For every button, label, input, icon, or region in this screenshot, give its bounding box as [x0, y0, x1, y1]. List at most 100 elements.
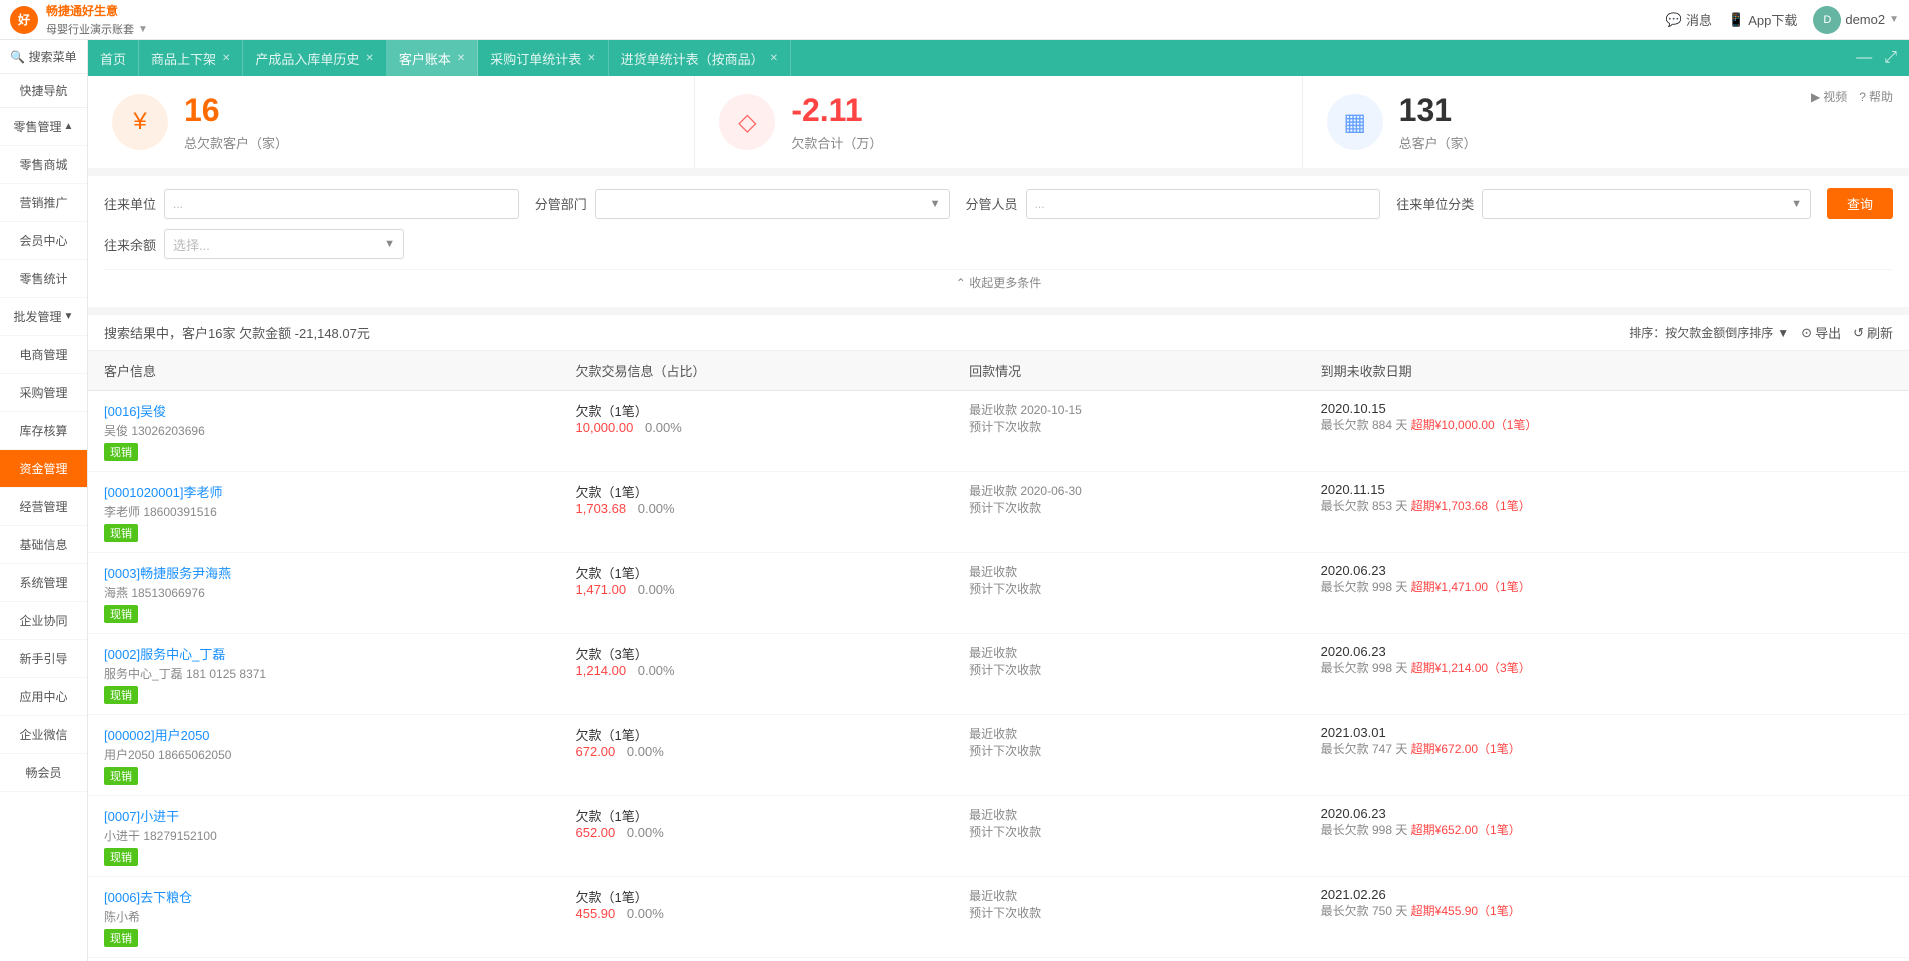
overdue-amount-6[interactable]: 超期¥455.90（1笔）	[1411, 904, 1521, 918]
sidebar-item-system[interactable]: 系统管理	[0, 564, 87, 602]
tab-close-icon[interactable]: ✕	[457, 53, 465, 64]
filter-select-unit-class[interactable]: ▼	[1482, 189, 1811, 219]
selector-bar[interactable]: 母婴行业演示账套 ▼	[46, 21, 148, 37]
cell-debt-7: 欠款（1笔） 429.00 0.00%	[560, 958, 954, 961]
sidebar-item-label: 零售商城	[19, 158, 67, 172]
tab-home[interactable]: 首页	[88, 40, 139, 76]
customer-contact-0: 吴俊 13026203696	[104, 422, 544, 439]
stat-card-debt-customers: ¥ 16 总欠款客户（家）	[88, 76, 695, 168]
avatar: D	[1813, 6, 1841, 34]
sidebar-item-inventory[interactable]: 库存核算	[0, 412, 87, 450]
sidebar-item-purchase[interactable]: 采购管理	[0, 374, 87, 412]
tab-label: 采购订单统计表	[490, 49, 581, 68]
tab-customer-account[interactable]: 客户账本 ✕	[387, 40, 478, 76]
overdue-amount-4[interactable]: 超期¥672.00（1笔）	[1411, 742, 1521, 756]
customer-name-5[interactable]: [0007]小进干	[104, 806, 544, 825]
sidebar-item-retail-stats[interactable]: 零售统计	[0, 260, 87, 298]
filter-select-dept[interactable]: ▼	[595, 189, 950, 219]
sidebar-item-basic-info[interactable]: 基础信息	[0, 526, 87, 564]
sidebar-item-wholesale[interactable]: 批发管理 ▼	[0, 298, 87, 336]
tab-product-shelf[interactable]: 商品上下架 ✕	[139, 40, 243, 76]
debt-percent-3: 0.00%	[638, 663, 675, 678]
tab-close-icon[interactable]: ✕	[365, 53, 373, 64]
tab-label: 进货单统计表（按商品）	[621, 49, 764, 68]
customer-name-2[interactable]: [0003]畅捷服务尹海燕	[104, 563, 544, 582]
filter-input-unit[interactable]: ...	[164, 189, 519, 219]
sidebar-item-marketing[interactable]: 营销推广	[0, 184, 87, 222]
tab-close-icon[interactable]: ✕	[587, 53, 595, 64]
export-btn[interactable]: ⊙ 导出	[1801, 323, 1841, 342]
tab-inbound-stats[interactable]: 进货单统计表（按商品） ✕	[609, 40, 791, 76]
sidebar-item-retail-mall[interactable]: 零售商城	[0, 146, 87, 184]
overdue-days-5: 最长欠款 998 天	[1321, 823, 1411, 837]
filter-item-dept: 分管部门 ▼	[535, 189, 950, 219]
video-btn[interactable]: ▶ 视频	[1811, 88, 1847, 105]
filter-label-person: 分管人员	[966, 194, 1018, 213]
sidebar-item-members[interactable]: 会员中心	[0, 222, 87, 260]
customer-tag-1: 现销	[104, 524, 138, 542]
sidebar-item-label: 经营管理	[19, 500, 67, 514]
message-btn[interactable]: 💬 消息	[1666, 10, 1712, 29]
content-area: 首页 商品上下架 ✕ 产成品入库单历史 ✕ 客户账本 ✕ 采购订单统计表 ✕ 进…	[88, 40, 1909, 961]
tab-maximize-icon[interactable]: ⤢	[1880, 49, 1901, 67]
sidebar-item-enterprise[interactable]: 企业协同	[0, 602, 87, 640]
overdue-amount-2[interactable]: 超期¥1,471.00（1笔）	[1411, 580, 1531, 594]
sidebar-search[interactable]: 🔍 搜索菜单	[0, 40, 87, 74]
debt-percent-4: 0.00%	[627, 744, 664, 759]
sort-select[interactable]: 排序：按欠款金额倒序排序 ▼	[1629, 324, 1789, 341]
sidebar-item-ecommerce[interactable]: 电商管理	[0, 336, 87, 374]
sidebar-quick-nav[interactable]: 快捷导航	[0, 74, 87, 108]
collapse-filter-btn[interactable]: ⌃ 收起更多条件	[104, 269, 1893, 295]
customer-name-1[interactable]: [0001020001]李老师	[104, 482, 544, 501]
stat-value-debt-total: -2.11	[791, 92, 882, 129]
tab-close-icon[interactable]: ✕	[770, 53, 778, 64]
last-collect-5: 最近收款	[969, 806, 1289, 823]
sidebar-item-wechat[interactable]: 企业微信	[0, 716, 87, 754]
tab-product-inbound[interactable]: 产成品入库单历史 ✕	[243, 40, 386, 76]
debt-amount-6: 455.90 0.00%	[576, 906, 938, 921]
customer-name-6[interactable]: [0006]去下粮仓	[104, 887, 544, 906]
help-label: 帮助	[1869, 88, 1893, 105]
app-download-btn[interactable]: 📱 App下载	[1728, 10, 1797, 29]
customer-name-3[interactable]: [0002]服务中心_丁磊	[104, 644, 544, 663]
filter-item-unit-class: 往来单位分类 ▼	[1396, 189, 1811, 219]
sidebar-item-chang-member[interactable]: 畅会员	[0, 754, 87, 792]
overdue-amount-5[interactable]: 超期¥652.00（1笔）	[1411, 823, 1521, 837]
message-icon: 💬	[1666, 12, 1682, 28]
user-menu[interactable]: D demo2 ▼	[1813, 6, 1899, 34]
customer-tag-2: 现销	[104, 605, 138, 623]
due-date-6: 2021.02.26	[1321, 887, 1893, 902]
download-icon: 📱	[1728, 12, 1744, 28]
sidebar-item-finance[interactable]: 资金管理	[0, 450, 87, 488]
refresh-icon: ↺	[1853, 325, 1864, 341]
cell-collection-1: 最近收款 2020-06-30 预计下次收款	[953, 472, 1305, 553]
customer-name-0[interactable]: [0016]吴俊	[104, 401, 544, 420]
tab-purchase-order-stats[interactable]: 采购订单统计表 ✕	[478, 40, 608, 76]
cell-due-7: 2020.12.30 最长欠款 808 天 超期¥429.00（1笔）	[1305, 958, 1909, 961]
due-date-2: 2020.06.23	[1321, 563, 1893, 578]
table-row: [0006]去下粮仓 陈小希 现销 欠款（1笔） 455.90 0.00% 最近…	[88, 877, 1909, 958]
query-button[interactable]: 查询	[1827, 188, 1893, 219]
customer-name-4[interactable]: [000002]用户2050	[104, 725, 544, 744]
cell-due-6: 2021.02.26 最长欠款 750 天 超期¥455.90（1笔）	[1305, 877, 1909, 958]
debt-percent-6: 0.00%	[627, 906, 664, 921]
help-btn[interactable]: ? 帮助	[1859, 88, 1893, 105]
sidebar-item-operations[interactable]: 经营管理	[0, 488, 87, 526]
sidebar-item-newbie[interactable]: 新手引导	[0, 640, 87, 678]
tab-minimize-icon[interactable]: —	[1852, 49, 1876, 67]
debt-amount-0: 10,000.00 0.00%	[576, 420, 938, 435]
overdue-amount-0[interactable]: 超期¥10,000.00（1笔）	[1411, 418, 1538, 432]
filter-select-balance[interactable]: 选择... ▼	[164, 229, 404, 259]
filter-input-person[interactable]: ...	[1026, 189, 1381, 219]
sidebar-item-app-center[interactable]: 应用中心	[0, 678, 87, 716]
sidebar-item-retail-mgmt[interactable]: 零售管理 ▲	[0, 108, 87, 146]
overdue-amount-3[interactable]: 超期¥1,214.00（3笔）	[1411, 661, 1531, 675]
overdue-amount-1[interactable]: 超期¥1,703.68（1笔）	[1411, 499, 1531, 513]
sidebar-item-label: 会员中心	[19, 234, 67, 248]
refresh-btn[interactable]: ↺ 刷新	[1853, 323, 1893, 342]
tab-close-icon[interactable]: ✕	[222, 53, 230, 64]
filter-item-person: 分管人员 ...	[966, 189, 1381, 219]
stat-info-total: -2.11 欠款合计（万）	[791, 92, 882, 152]
logo-icon: 好	[10, 6, 38, 34]
cell-debt-3: 欠款（3笔） 1,214.00 0.00%	[560, 634, 954, 715]
